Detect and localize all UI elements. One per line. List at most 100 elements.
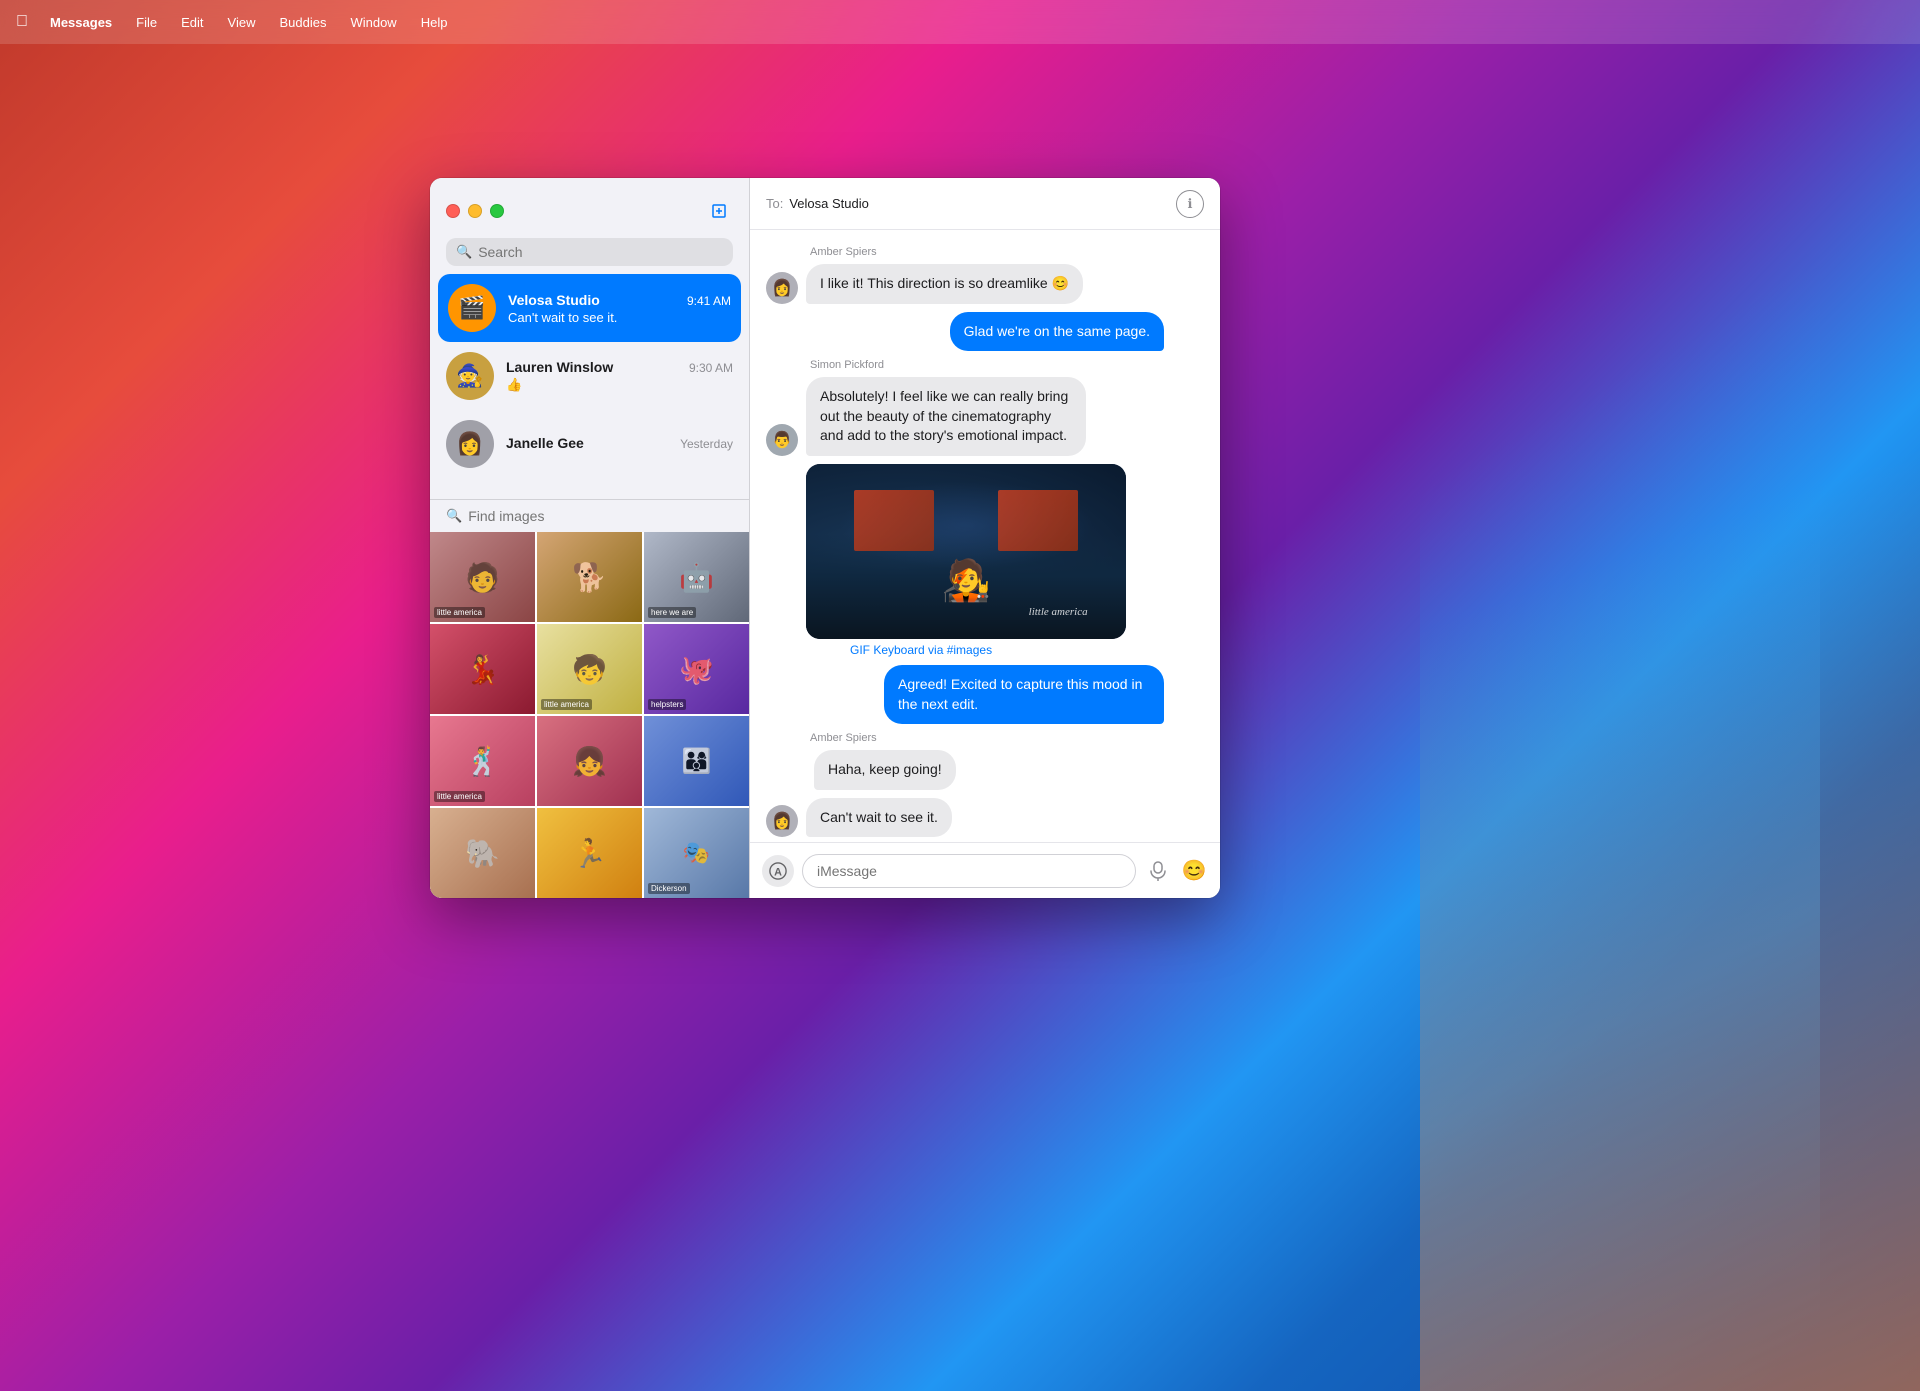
- menubar-messages[interactable]: Messages: [40, 11, 122, 34]
- conv-time-velosa: 9:41 AM: [687, 294, 731, 308]
- gif-label-2-2: little america: [541, 699, 592, 710]
- conv-time-janelle: Yesterday: [680, 437, 733, 451]
- sender-name-amber2: Amber Spiers: [810, 732, 1204, 744]
- app-store-button[interactable]: A: [762, 855, 794, 887]
- dictation-button[interactable]: [1144, 857, 1172, 885]
- conv-info-janelle: Janelle Gee Yesterday: [506, 435, 733, 453]
- apple-menu-icon[interactable]: : [16, 13, 28, 31]
- conv-name-lauren: Lauren Winslow: [506, 359, 613, 375]
- search-input[interactable]: [478, 244, 723, 260]
- sender-name-amber1: Amber Spiers: [810, 246, 1204, 258]
- bubble-outgoing2: Agreed! Excited to capture this mood in …: [884, 665, 1164, 724]
- message-row-outgoing2: Agreed! Excited to capture this mood in …: [766, 665, 1204, 724]
- gif-label-1-1: little america: [434, 607, 485, 618]
- gif-cell-3-3[interactable]: 👨‍👩‍👦: [644, 716, 749, 806]
- gif-picker: 🔍 🧑 little america 🐕: [430, 499, 749, 898]
- gif-label-2-3: helpsters: [648, 699, 686, 710]
- gif-label-4-3: Dickerson: [648, 883, 690, 894]
- gif-label-1-3: here we are: [648, 607, 696, 618]
- bubble-amber3: Can't wait to see it.: [806, 798, 952, 838]
- traffic-lights: [446, 204, 504, 218]
- gif-cell-2-3[interactable]: 🐙 helpsters: [644, 624, 749, 714]
- message-row-gif: 🧑‍🎤 little america GIF Keyboard via #ima…: [766, 464, 1204, 657]
- conversation-item-lauren[interactable]: 🧙 Lauren Winslow 9:30 AM 👍: [430, 342, 749, 410]
- message-row-1: 👩 I like it! This direction is so dreaml…: [766, 264, 1204, 304]
- conversations-list: 🎬 Velosa Studio 9:41 AM Can't wait to se…: [430, 274, 749, 499]
- gif-cell-2-1[interactable]: 💃: [430, 624, 535, 714]
- emoji-button[interactable]: 😊: [1180, 857, 1208, 885]
- menubar-help[interactable]: Help: [411, 11, 458, 34]
- gif-cell-4-1[interactable]: 🐘: [430, 808, 535, 898]
- gif-cell-3-2[interactable]: 👧: [537, 716, 642, 806]
- chat-messages: Amber Spiers 👩 I like it! This direction…: [750, 230, 1220, 842]
- message-row-amber3: 👩 Can't wait to see it.: [766, 798, 1204, 838]
- conv-info-lauren: Lauren Winslow 9:30 AM 👍: [506, 359, 733, 393]
- right-panel: To: Velosa Studio ℹ Amber Spiers 👩 I lik…: [750, 178, 1220, 898]
- maximize-button[interactable]: [490, 204, 504, 218]
- conv-preview-lauren: 👍: [506, 377, 733, 393]
- conversation-item-velosa[interactable]: 🎬 Velosa Studio 9:41 AM Can't wait to se…: [438, 274, 741, 342]
- conversation-item-janelle[interactable]: 👩 Janelle Gee Yesterday: [430, 410, 749, 478]
- avatar-janelle: 👩: [446, 420, 494, 468]
- gif-cell-4-2[interactable]: 🏃: [537, 808, 642, 898]
- menubar-buddies[interactable]: Buddies: [269, 11, 336, 34]
- chat-header: To: Velosa Studio ℹ: [750, 178, 1220, 230]
- message-row-simon: 👨 Absolutely! I feel like we can really …: [766, 377, 1204, 456]
- search-icon: 🔍: [456, 244, 472, 260]
- bubble-outgoing1: Glad we're on the same page.: [950, 312, 1164, 352]
- message-group-1: Amber Spiers 👩 I like it! This direction…: [766, 246, 1204, 304]
- gif-grid: 🧑 little america 🐕 🤖 here we are: [430, 532, 749, 898]
- gif-search-icon: 🔍: [446, 508, 462, 524]
- desktop:  Messages File Edit View Buddies Window…: [0, 0, 1920, 1391]
- to-label: To:: [766, 196, 783, 211]
- avatar-simon: 👨: [766, 424, 798, 456]
- menubar-window[interactable]: Window: [340, 11, 406, 34]
- conv-name-janelle: Janelle Gee: [506, 435, 584, 451]
- bubble-simon: Absolutely! I feel like we can really br…: [806, 377, 1086, 456]
- message-input[interactable]: [802, 854, 1136, 888]
- chat-input-area: A 😊: [750, 842, 1220, 898]
- gif-watermark: little america: [1029, 606, 1088, 618]
- gif-image: 🧑‍🎤 little america: [806, 464, 1126, 639]
- gif-cell-1-1[interactable]: 🧑 little america: [430, 532, 535, 622]
- menubar-edit[interactable]: Edit: [171, 11, 213, 34]
- gif-cell-1-3[interactable]: 🤖 here we are: [644, 532, 749, 622]
- message-group-simon: Simon Pickford 👨 Absolutely! I feel like…: [766, 359, 1204, 456]
- message-row-amber2: Haha, keep going!: [766, 750, 1204, 790]
- gif-search-input[interactable]: [468, 508, 733, 524]
- minimize-button[interactable]: [468, 204, 482, 218]
- gif-cell-4-3[interactable]: 🎭 Dickerson: [644, 808, 749, 898]
- conv-preview-velosa: Can't wait to see it.: [508, 310, 731, 325]
- menubar-view[interactable]: View: [218, 11, 266, 34]
- avatar-lauren: 🧙: [446, 352, 494, 400]
- left-panel: 🔍 🎬 Velosa Studio 9:41 AM Can't wait: [430, 178, 750, 898]
- message-row-outgoing1: Glad we're on the same page.: [766, 312, 1204, 352]
- close-button[interactable]: [446, 204, 460, 218]
- gif-label-3-1: little america: [434, 791, 485, 802]
- chat-header-title: To: Velosa Studio: [766, 196, 869, 211]
- avatar-amber3: 👩: [766, 805, 798, 837]
- compose-button[interactable]: [705, 197, 733, 225]
- conv-time-lauren: 9:30 AM: [689, 361, 733, 375]
- conv-name-velosa: Velosa Studio: [508, 292, 600, 308]
- menubar:  Messages File Edit View Buddies Window…: [0, 0, 1920, 44]
- menubar-file[interactable]: File: [126, 11, 167, 34]
- message-group-amber2: Amber Spiers Haha, keep going!: [766, 732, 1204, 790]
- window-header: [430, 178, 749, 230]
- info-button[interactable]: ℹ: [1176, 190, 1204, 218]
- sender-name-simon: Simon Pickford: [810, 359, 1204, 371]
- bubble-amber2: Haha, keep going!: [814, 750, 956, 790]
- gif-cell-1-2[interactable]: 🐕: [537, 532, 642, 622]
- bubble-amber1: I like it! This direction is so dreamlik…: [806, 264, 1083, 304]
- recipient-name: Velosa Studio: [789, 196, 869, 211]
- gif-cell-2-2[interactable]: 🧒 little america: [537, 624, 642, 714]
- svg-text:A: A: [774, 866, 782, 878]
- conv-info-velosa: Velosa Studio 9:41 AM Can't wait to see …: [508, 292, 731, 325]
- avatar-velosa: 🎬: [448, 284, 496, 332]
- gif-cell-3-1[interactable]: 🕺 little america: [430, 716, 535, 806]
- messages-window: 🔍 🎬 Velosa Studio 9:41 AM Can't wait: [430, 178, 1220, 898]
- search-bar[interactable]: 🔍: [446, 238, 733, 266]
- gif-source-label: GIF Keyboard via #images: [850, 643, 1126, 657]
- avatar-amber1: 👩: [766, 272, 798, 304]
- gif-search-bar[interactable]: 🔍: [430, 500, 749, 532]
